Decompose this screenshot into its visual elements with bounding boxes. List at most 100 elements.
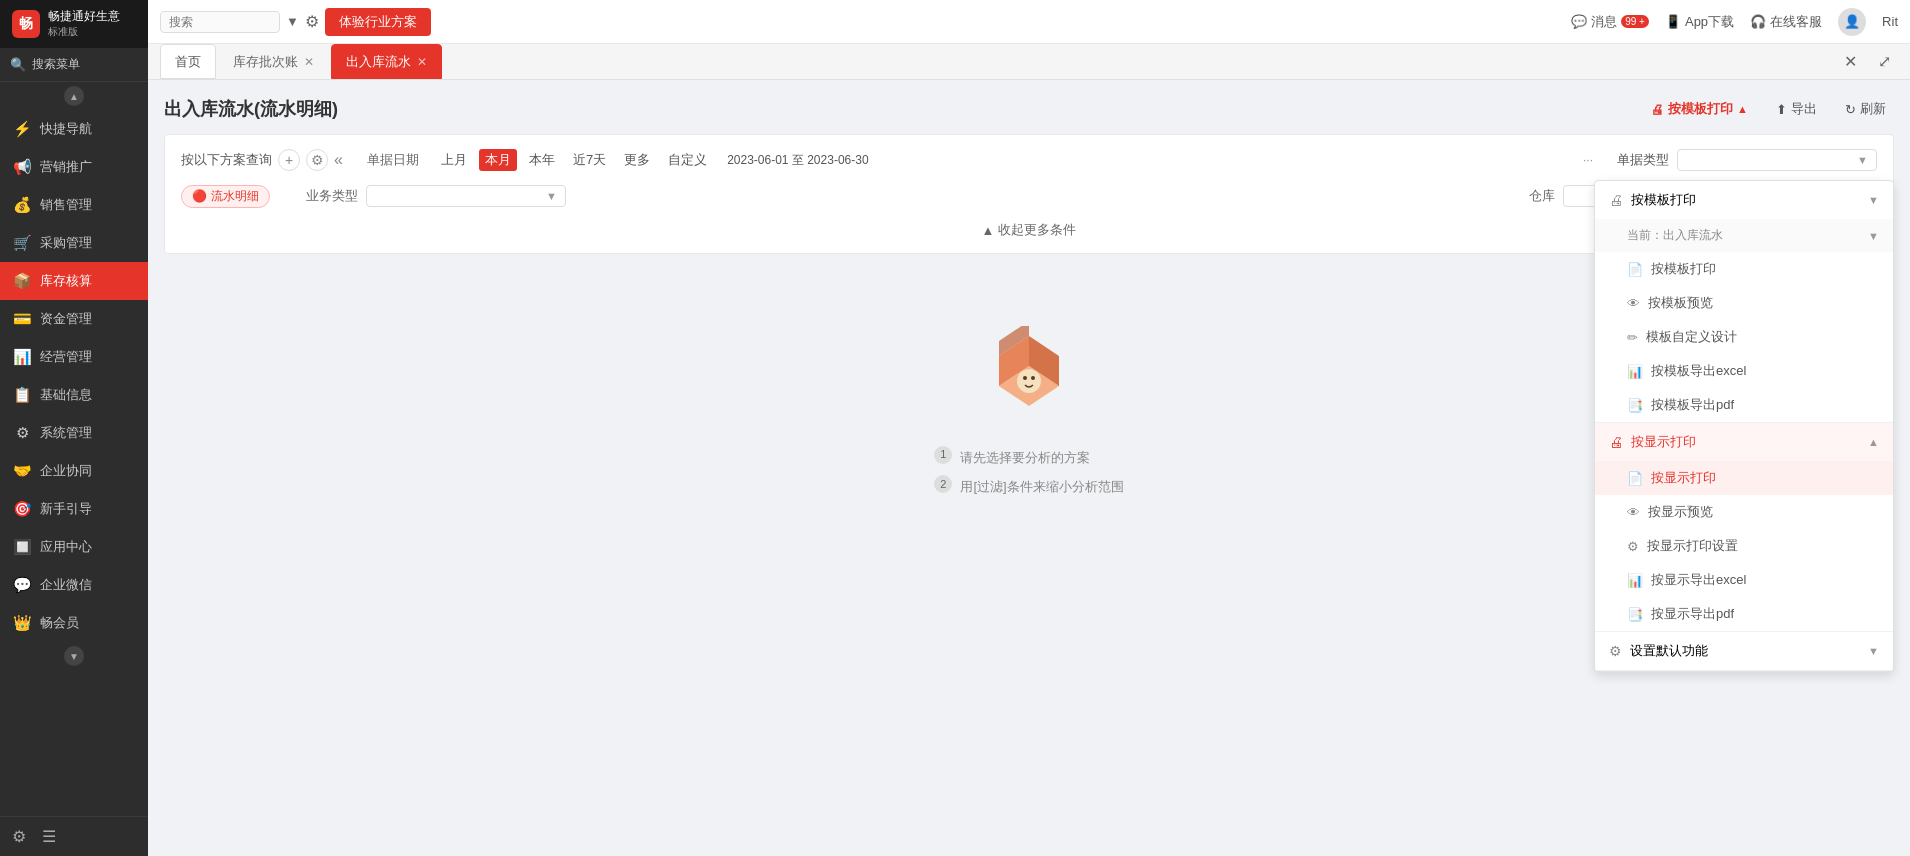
sidebar-item-operations[interactable]: 📊 经营管理	[0, 338, 148, 376]
print-chevron-up-icon: ▲	[1737, 103, 1748, 115]
doc-type-select[interactable]: ▼	[1677, 149, 1877, 171]
business-type-select[interactable]: ▼	[366, 185, 566, 207]
tab-inventory-batch[interactable]: 库存批次账 ✕	[218, 44, 329, 79]
topbar-username[interactable]: Rit	[1882, 14, 1898, 29]
filter-add-button[interactable]: +	[278, 149, 300, 171]
print-template-label: 按模板打印	[1668, 100, 1733, 118]
topbar-service[interactable]: 🎧 在线客服	[1750, 13, 1822, 31]
sidebar-item-label: 系统管理	[40, 424, 92, 442]
dropdown-section-display: 🖨 按显示打印 ▲ 📄 按显示打印 👁 按显示预览 ⚙ 按显示打印设置	[1595, 423, 1893, 632]
topbar-right: 💬 消息 99 + 📱 App下载 🎧 在线客服 👤 Rit	[1571, 8, 1898, 36]
preset-this-month[interactable]: 本月	[479, 149, 517, 171]
dropdown-display-print-item[interactable]: 📄 按显示打印	[1595, 461, 1893, 495]
refresh-button[interactable]: ↻ 刷新	[1837, 96, 1894, 122]
template-print-dropdown: 🖨 按模板打印 ▼ 当前：出入库流水 ▼ 📄 按模板打印 👁 按模板预览	[1594, 180, 1894, 672]
tab-maximize-btn[interactable]: ⤢	[1870, 48, 1898, 76]
tab-inventory-batch-close[interactable]: ✕	[304, 55, 314, 69]
settings-gear-icon[interactable]: ⚙	[12, 827, 26, 846]
topbar-search-input[interactable]	[160, 11, 280, 33]
sidebar-item-label: 经营管理	[40, 348, 92, 366]
dropdown-display-settings-item[interactable]: ⚙ 按显示打印设置	[1595, 529, 1893, 563]
preset-7days[interactable]: 近7天	[567, 149, 612, 171]
page-title: 出入库流水(流水明细)	[164, 97, 338, 121]
business-type-label: 业务类型	[306, 187, 358, 205]
sidebar-item-sales[interactable]: 💰 销售管理	[0, 186, 148, 224]
topbar-breadcrumb: ▼ ⚙ 体验行业方案	[160, 8, 1561, 36]
sidebar-item-base[interactable]: 📋 基础信息	[0, 376, 148, 414]
sidebar-scroll-down[interactable]: ▼	[64, 646, 84, 666]
dropdown-template-header[interactable]: 🖨 按模板打印 ▼	[1595, 181, 1893, 219]
sidebar-item-label: 基础信息	[40, 386, 92, 404]
dropdown-template-export-pdf-item[interactable]: 📑 按模板导出pdf	[1595, 388, 1893, 422]
dropdown-display-export-pdf-item[interactable]: 📑 按显示导出pdf	[1595, 597, 1893, 631]
sidebar-item-vip[interactable]: 👑 畅会员	[0, 604, 148, 642]
default-chevron-icon: ▼	[1868, 645, 1879, 657]
marketing-icon: 📢	[12, 158, 32, 176]
template-preview-icon: 👁	[1627, 296, 1640, 311]
sidebar: 畅 畅捷通好生意 标准版 🔍 搜索菜单 ▲ ⚡ 快捷导航 📢 营销推广 💰 销售…	[0, 0, 148, 856]
sidebar-item-purchase[interactable]: 🛒 采购管理	[0, 224, 148, 262]
sidebar-item-marketing[interactable]: 📢 营销推广	[0, 148, 148, 186]
sidebar-item-label: 企业微信	[40, 576, 92, 594]
industry-solution-button[interactable]: 体验行业方案	[325, 8, 431, 36]
sidebar-item-collab[interactable]: 🤝 企业协同	[0, 452, 148, 490]
template-chevron-icon: ▼	[1868, 194, 1879, 206]
preset-more[interactable]: 更多	[618, 149, 656, 171]
display-chevron-icon: ▲	[1868, 436, 1879, 448]
sidebar-item-quick-nav[interactable]: ⚡ 快捷导航	[0, 110, 148, 148]
topbar-avatar[interactable]: 👤	[1838, 8, 1866, 36]
template-preview-label: 按模板预览	[1648, 294, 1713, 312]
sidebar-search[interactable]: 🔍 搜索菜单	[0, 48, 148, 82]
tabs-bar: 首页 库存批次账 ✕ 出入库流水 ✕ ✕ ⤢	[148, 44, 1910, 80]
svg-point-4	[1017, 369, 1041, 393]
topbar-messages[interactable]: 💬 消息 99 +	[1571, 13, 1649, 31]
sidebar-item-guide[interactable]: 🎯 新手引导	[0, 490, 148, 528]
refresh-label: 刷新	[1860, 100, 1886, 118]
dropdown-template-export-excel-item[interactable]: 📊 按模板导出excel	[1595, 354, 1893, 388]
topbar-app-download[interactable]: 📱 App下载	[1665, 13, 1734, 31]
sidebar-item-appstore[interactable]: 🔲 应用中心	[0, 528, 148, 566]
dropdown-display-export-excel-item[interactable]: 📊 按显示导出excel	[1595, 563, 1893, 597]
filter-collapse-button[interactable]: «	[334, 151, 343, 169]
dropdown-display-left: 🖨 按显示打印	[1609, 433, 1696, 451]
display-pdf-icon: 📑	[1627, 607, 1643, 622]
filter-flow-tag[interactable]: 🔴 流水明细	[181, 185, 270, 208]
empty-svg	[979, 326, 1079, 426]
export-button[interactable]: ⬆ 导出	[1768, 96, 1825, 122]
dropdown-template-print-item[interactable]: 📄 按模板打印	[1595, 252, 1893, 286]
date-range-display: 2023-06-01 至 2023-06-30	[727, 152, 868, 169]
tab-home[interactable]: 首页	[160, 44, 216, 79]
print-template-button[interactable]: 🖨 按模板打印 ▲	[1643, 96, 1756, 122]
default-settings-icon: ⚙	[1609, 643, 1622, 659]
preset-last-month[interactable]: 上月	[435, 149, 473, 171]
filter-settings-button[interactable]: ⚙	[306, 149, 328, 171]
dropdown-default-header[interactable]: ⚙ 设置默认功能 ▼	[1595, 632, 1893, 670]
tab-close-window-btn[interactable]: ✕	[1836, 48, 1864, 76]
business-type-chevron-icon: ▼	[546, 190, 557, 202]
collapse-more-button[interactable]: ▲ 收起更多条件	[982, 221, 1077, 239]
dropdown-template-custom-item[interactable]: ✏ 模板自定义设计	[1595, 320, 1893, 354]
filter-actions-left: 按以下方案查询 + ⚙ «	[181, 149, 343, 171]
dropdown-display-header[interactable]: 🖨 按显示打印 ▲	[1595, 423, 1893, 461]
display-printer-icon: 🖨	[1609, 434, 1623, 450]
preset-custom[interactable]: 自定义	[662, 149, 713, 171]
sidebar-item-finance[interactable]: 💳 资金管理	[0, 300, 148, 338]
dropdown-display-preview-item[interactable]: 👁 按显示预览	[1595, 495, 1893, 529]
inventory-icon: 📦	[12, 272, 32, 290]
app-icon: 📱	[1665, 14, 1681, 29]
topbar-gear-icon[interactable]: ⚙	[305, 12, 319, 31]
tab-stock-flow[interactable]: 出入库流水 ✕	[331, 44, 442, 79]
tab-stock-flow-close[interactable]: ✕	[417, 55, 427, 69]
sidebar-item-inventory[interactable]: 📦 库存核算	[0, 262, 148, 300]
topbar-dropdown-btn[interactable]: ▼	[286, 14, 299, 29]
preset-this-year[interactable]: 本年	[523, 149, 561, 171]
refresh-icon: ↻	[1845, 102, 1856, 117]
quick-nav-icon: ⚡	[12, 120, 32, 138]
sidebar-item-system[interactable]: ⚙ 系统管理	[0, 414, 148, 452]
sidebar-scroll-up[interactable]: ▲	[64, 86, 84, 106]
logo-title: 畅捷通好生意	[48, 9, 120, 25]
sidebar-item-wechat[interactable]: 💬 企业微信	[0, 566, 148, 604]
menu-toggle-icon[interactable]: ☰	[42, 827, 56, 846]
display-settings-icon: ⚙	[1627, 539, 1639, 554]
dropdown-template-preview-item[interactable]: 👁 按模板预览	[1595, 286, 1893, 320]
